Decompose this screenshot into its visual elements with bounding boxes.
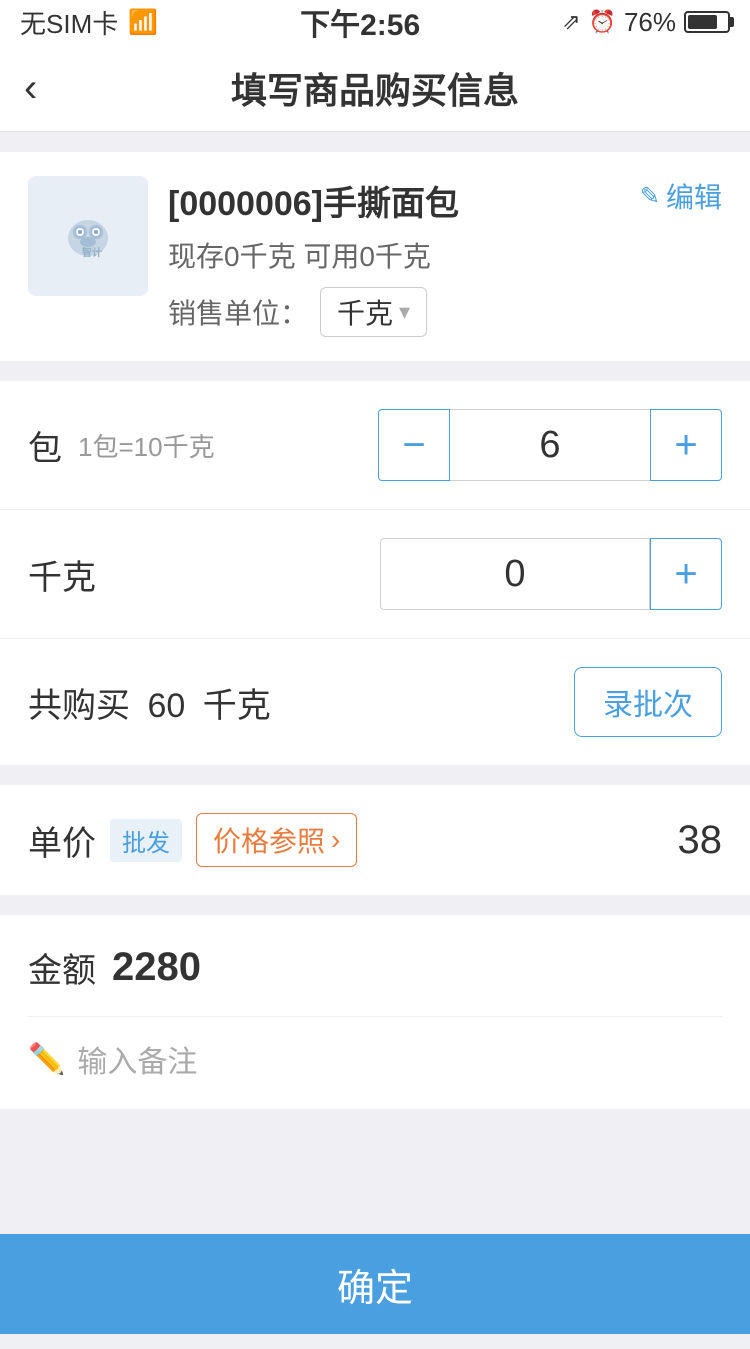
confirm-button[interactable]: 确定	[0, 1234, 750, 1334]
nav-bar: ‹ 填写商品购买信息	[0, 44, 750, 132]
product-unit-row: 销售单位： 千克 ▾	[168, 287, 722, 337]
svg-text:智计: 智计	[82, 246, 102, 259]
battery-percent: 76%	[624, 7, 676, 38]
increase-kg-button[interactable]: +	[650, 538, 722, 610]
status-right: ⇗ ⏰ 76%	[562, 7, 730, 38]
battery-icon	[684, 11, 730, 33]
remark-placeholder: 输入备注	[77, 1037, 197, 1081]
unit-value: 千克	[337, 292, 393, 332]
page-title: 填写商品购买信息	[231, 62, 519, 114]
total-row: 共购买 60 千克 录批次	[0, 639, 750, 765]
increase-bao-button[interactable]: +	[650, 409, 722, 481]
total-text: 共购买 60 千克	[28, 678, 271, 727]
status-time: 下午2:56	[300, 0, 420, 44]
product-image: 智计	[28, 176, 148, 296]
quantity-controls-2: +	[380, 538, 722, 610]
quantity-row-2: 千克 +	[0, 510, 750, 639]
price-ref-button[interactable]: 价格参照 ›	[196, 813, 357, 867]
edit-label: 编辑	[666, 176, 722, 216]
quantity-controls-1: − +	[378, 409, 722, 481]
quantity-hint: 1包=10千克	[78, 427, 215, 464]
bao-label: 包	[28, 421, 62, 470]
batch-button[interactable]: 录批次	[574, 667, 722, 737]
decrease-bao-button[interactable]: −	[378, 409, 450, 481]
price-label: 单价	[28, 816, 96, 865]
carrier-text: 无SIM卡	[20, 4, 118, 41]
quantity-label-2: 千克	[28, 550, 380, 599]
total-amount: 60	[147, 687, 185, 725]
quantity-label-1: 包 1包=10千克	[28, 421, 378, 470]
amount-row: 金额 2280	[28, 943, 722, 992]
amount-label: 金额	[28, 943, 96, 992]
location-icon: ⇗	[562, 9, 580, 35]
price-section: 单价 批发 价格参照 › 38	[0, 785, 750, 895]
amount-section: 金额 2280 ✏️ 输入备注	[0, 915, 750, 1109]
edit-icon: ✎	[640, 182, 660, 211]
unit-label: 销售单位：	[168, 292, 308, 332]
total-label: 共购买	[28, 687, 130, 725]
dropdown-icon: ▾	[399, 299, 410, 325]
kg-quantity-input[interactable]	[380, 538, 650, 610]
kg-label: 千克	[28, 550, 96, 599]
price-ref-label: 价格参照	[213, 820, 325, 860]
status-left: 无SIM卡 📶	[20, 4, 158, 41]
back-button[interactable]: ‹	[24, 68, 37, 108]
remark-row[interactable]: ✏️ 输入备注	[28, 1016, 722, 1109]
bao-quantity-input[interactable]	[450, 409, 650, 481]
edit-button[interactable]: ✎ 编辑	[640, 176, 722, 216]
unit-select[interactable]: 千克 ▾	[320, 287, 427, 337]
price-tag: 批发	[110, 819, 182, 862]
product-stock: 现存0千克 可用0千克	[168, 235, 722, 275]
price-ref-arrow: ›	[331, 824, 340, 856]
wifi-icon: 📶	[128, 8, 158, 37]
total-unit: 千克	[203, 687, 271, 725]
product-card: 智计 [0000006]手撕面包 现存0千克 可用0千克 销售单位： 千克 ▾ …	[0, 152, 750, 361]
price-left: 单价 批发 价格参照 ›	[28, 813, 357, 867]
price-value: 38	[678, 818, 723, 863]
quantity-row-1: 包 1包=10千克 − +	[0, 381, 750, 510]
alarm-icon: ⏰	[589, 9, 616, 35]
status-bar: 无SIM卡 📶 下午2:56 ⇗ ⏰ 76%	[0, 0, 750, 44]
price-row: 单价 批发 价格参照 › 38	[28, 813, 722, 867]
amount-value: 2280	[112, 945, 201, 990]
pencil-icon: ✏️	[28, 1042, 65, 1077]
quantity-section: 包 1包=10千克 − + 千克 +	[0, 381, 750, 639]
